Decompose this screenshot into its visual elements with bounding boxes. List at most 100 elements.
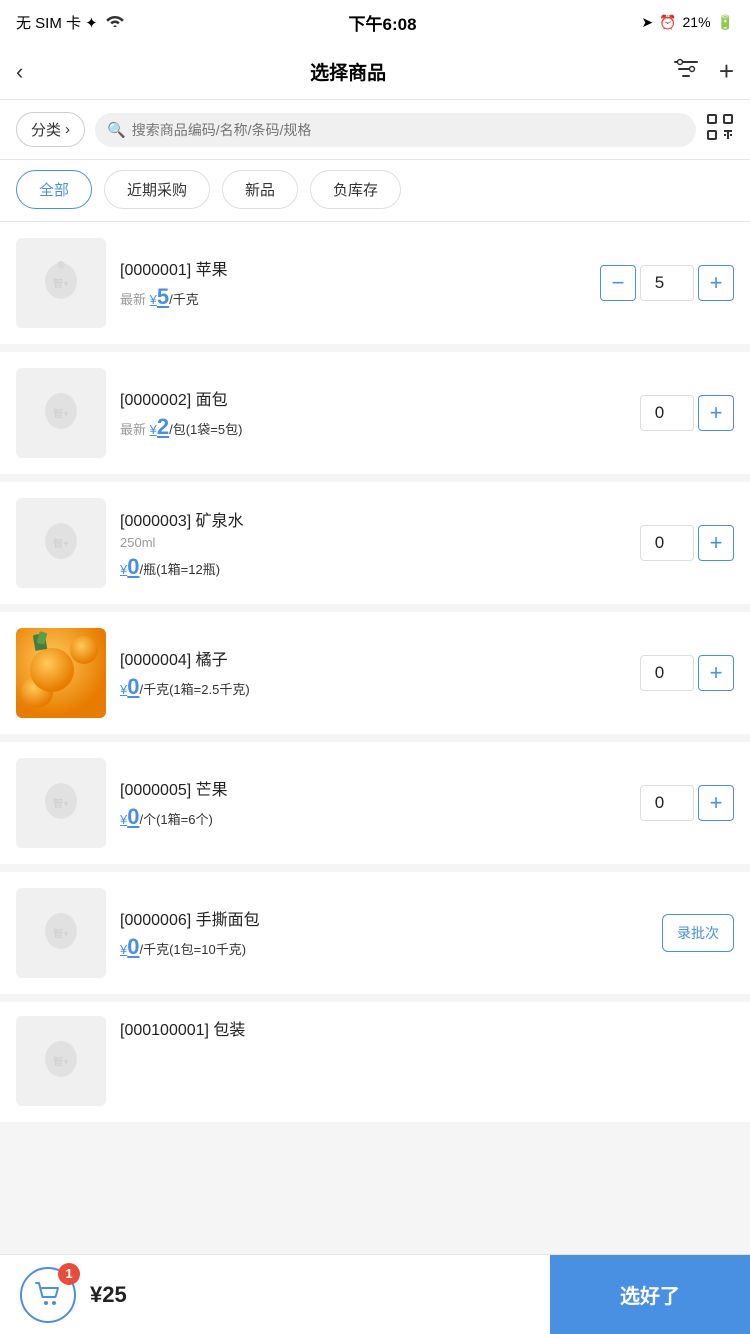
price-unit: /千克 [169, 292, 199, 307]
bottom-bar: 1 ¥25 选好了 [0, 1254, 750, 1334]
product-price: 最新 ¥5/千克 [120, 284, 586, 310]
price-unit: /包(1袋=5包) [169, 422, 242, 437]
product-name: [0000002] 面包 [120, 386, 626, 410]
search-input[interactable] [132, 122, 684, 138]
tab-negative-stock[interactable]: 负库存 [310, 170, 401, 209]
product-item: 智+ [0000003] 矿泉水 250ml ¥0/瓶(1箱=12瓶) + [0, 482, 750, 604]
qty-input[interactable] [640, 785, 694, 821]
qty-input[interactable] [640, 395, 694, 431]
tab-recent-purchase[interactable]: 近期采购 [104, 170, 210, 209]
product-item: 智+ [0000001] 苹果 最新 ¥5/千克 − + [0, 222, 750, 344]
product-item: 智+ [0000006] 手撕面包 ¥0/千克(1包=10千克) 录批次 [0, 872, 750, 994]
qty-control: + [640, 395, 734, 431]
product-item: 智+ [0000005] 芒果 ¥0/个(1箱=6个) + [0, 742, 750, 864]
product-name: [0000001] 苹果 [120, 256, 586, 280]
category-button[interactable]: 分类 › [16, 112, 85, 147]
search-icon: 🔍 [107, 121, 126, 139]
price-number: 0 [127, 674, 139, 699]
product-price: ¥0/瓶(1箱=12瓶) [120, 554, 626, 580]
product-price: ¥0/个(1箱=6个) [120, 804, 626, 830]
product-name: [000100001] 包装 [120, 1016, 734, 1040]
product-info: [0000004] 橘子 ¥0/千克(1箱=2.5千克) [120, 646, 626, 700]
product-spec: 250ml [120, 535, 626, 550]
svg-text:智+: 智+ [53, 277, 69, 290]
product-price: 最新 ¥2/包(1袋=5包) [120, 414, 626, 440]
product-item: 智+ [0000002] 面包 最新 ¥2/包(1袋=5包) + [0, 352, 750, 474]
sim-status: 无 SIM 卡 ✦ [16, 12, 98, 33]
product-thumbnail: 智+ [16, 498, 106, 588]
location-icon: ➤ [641, 14, 653, 31]
tab-new[interactable]: 新品 [222, 170, 298, 209]
confirm-button[interactable]: 选好了 [550, 1255, 750, 1334]
cart-total: ¥25 [90, 1282, 127, 1308]
battery-level: 21% [683, 14, 711, 30]
status-left: 无 SIM 卡 ✦ [16, 12, 124, 33]
tabs-bar: 全部 近期采购 新品 负库存 [0, 160, 750, 222]
product-info: [0000006] 手撕面包 ¥0/千克(1包=10千克) [120, 906, 648, 960]
price-unit: /瓶(1箱=12瓶) [139, 562, 220, 577]
batch-button[interactable]: 录批次 [662, 914, 734, 952]
product-info: [0000002] 面包 最新 ¥2/包(1袋=5包) [120, 386, 626, 440]
product-name: [0000003] 矿泉水 [120, 507, 626, 531]
product-list: 智+ [0000001] 苹果 最新 ¥5/千克 − + 智+ [0000002… [0, 222, 750, 1122]
svg-text:智+: 智+ [53, 407, 69, 420]
product-thumbnail [16, 628, 106, 718]
product-item: [0000004] 橘子 ¥0/千克(1箱=2.5千克) + [0, 612, 750, 734]
cart-button[interactable]: 1 [20, 1267, 76, 1323]
price-number: 0 [127, 554, 139, 579]
product-info: [0000005] 芒果 ¥0/个(1箱=6个) [120, 776, 626, 830]
product-name: [0000004] 橘子 [120, 646, 626, 670]
qty-input[interactable] [640, 265, 694, 301]
wifi-icon [106, 13, 124, 31]
product-item: 智+ [000100001] 包装 [0, 1002, 750, 1122]
price-latest-label: 最新 [120, 422, 150, 437]
price-unit: /千克(1箱=2.5千克) [139, 682, 249, 697]
category-chevron-icon: › [65, 121, 70, 138]
product-info: [0000001] 苹果 最新 ¥5/千克 [120, 256, 586, 310]
price-number: 0 [127, 934, 139, 959]
product-info: [0000003] 矿泉水 250ml ¥0/瓶(1箱=12瓶) [120, 507, 626, 580]
product-thumbnail: 智+ [16, 368, 106, 458]
page-title: 选择商品 [310, 58, 386, 85]
battery-icon: 🔋 [717, 14, 734, 31]
search-box: 🔍 [95, 113, 696, 147]
product-info: [000100001] 包装 [120, 1016, 734, 1044]
price-number: 2 [157, 414, 169, 439]
product-thumbnail: 智+ [16, 888, 106, 978]
price-number: 5 [157, 284, 169, 309]
filter-bar: 分类 › 🔍 [0, 100, 750, 160]
qty-input[interactable] [640, 655, 694, 691]
price-unit: /千克(1包=10千克) [139, 942, 246, 957]
increase-button[interactable]: + [698, 525, 734, 561]
scan-icon[interactable] [706, 113, 734, 147]
qty-control: 录批次 [662, 914, 734, 952]
increase-button[interactable]: + [698, 395, 734, 431]
product-thumbnail: 智+ [16, 758, 106, 848]
price-symbol: ¥ [150, 422, 157, 437]
tab-all[interactable]: 全部 [16, 170, 92, 209]
price-symbol: ¥ [150, 292, 157, 307]
svg-text:智+: 智+ [53, 537, 69, 550]
product-thumbnail: 智+ [16, 1016, 106, 1106]
add-button[interactable]: + [719, 56, 734, 87]
status-time: 下午6:08 [349, 10, 417, 35]
svg-text:智+: 智+ [53, 1055, 69, 1068]
increase-button[interactable]: + [698, 655, 734, 691]
cart-area: 1 ¥25 [0, 1267, 550, 1323]
price-number: 0 [127, 804, 139, 829]
filter-icon[interactable] [673, 58, 699, 86]
increase-button[interactable]: + [698, 265, 734, 301]
increase-button[interactable]: + [698, 785, 734, 821]
back-button[interactable]: ‹ [16, 59, 23, 85]
svg-text:智+: 智+ [53, 927, 69, 940]
status-bar: 无 SIM 卡 ✦ 下午6:08 ➤ ⏰ 21% 🔋 [0, 0, 750, 44]
qty-control: + [640, 655, 734, 691]
qty-input[interactable] [640, 525, 694, 561]
nav-bar: ‹ 选择商品 + [0, 44, 750, 100]
decrease-button[interactable]: − [600, 265, 636, 301]
category-label: 分类 [31, 119, 61, 140]
qty-control: + [640, 785, 734, 821]
qty-control: − + [600, 265, 734, 301]
svg-text:智+: 智+ [53, 797, 69, 810]
price-latest-label: 最新 [120, 292, 150, 307]
